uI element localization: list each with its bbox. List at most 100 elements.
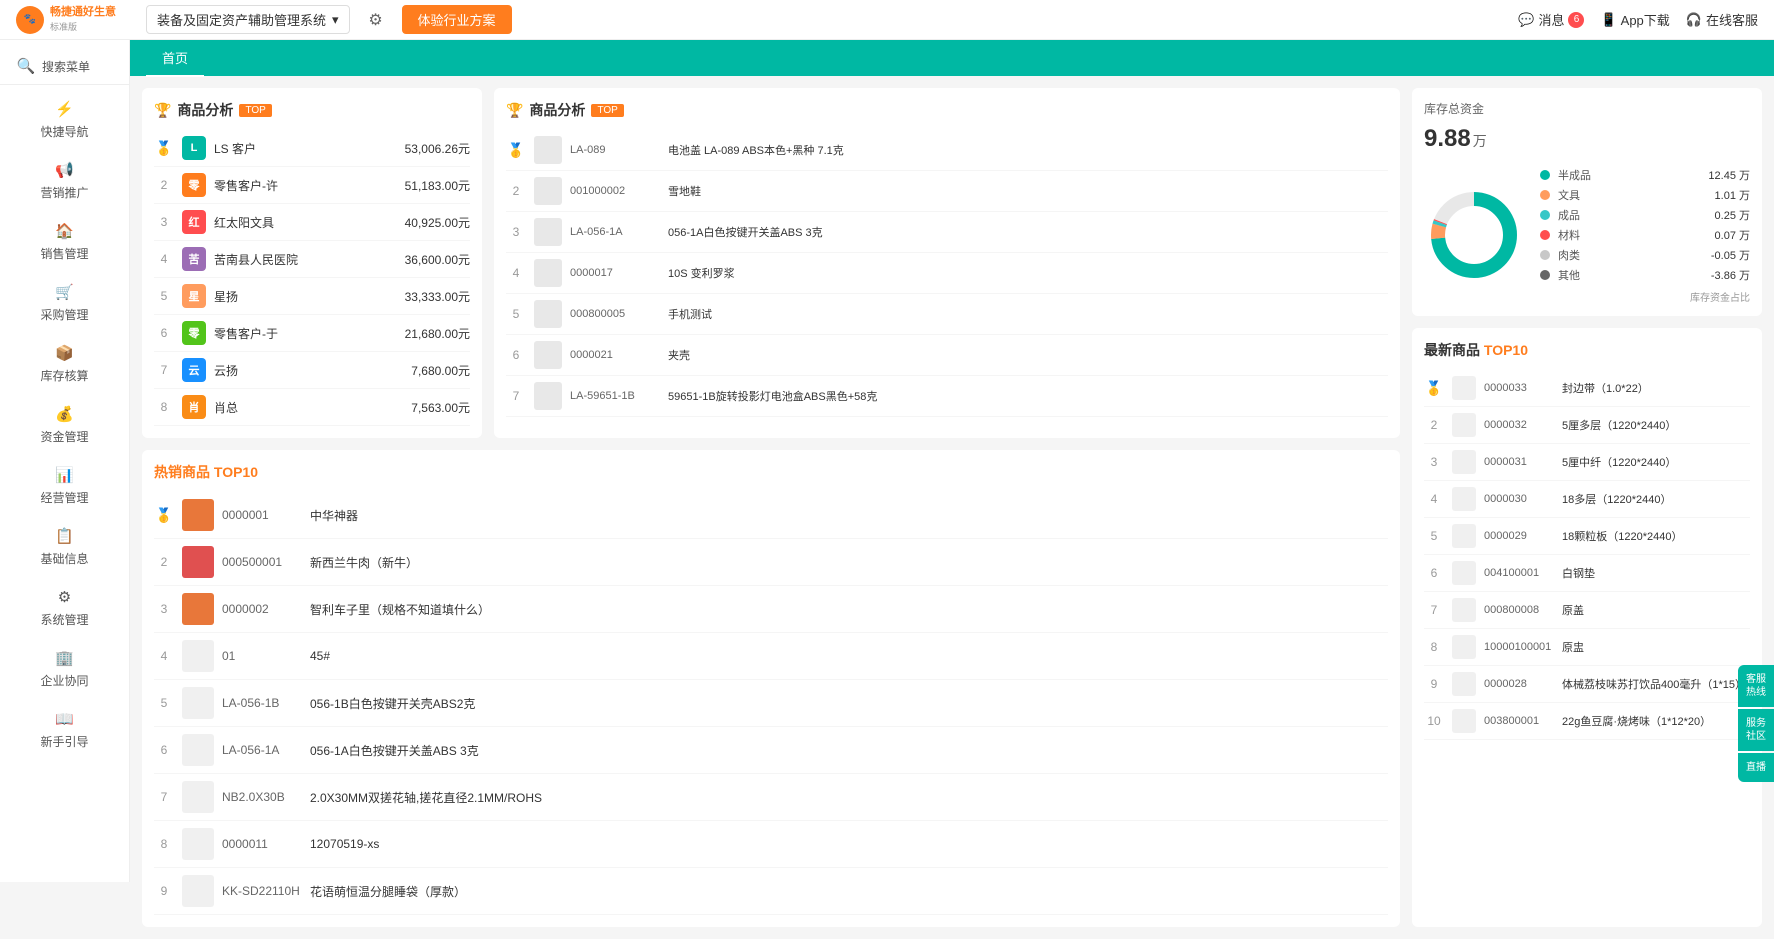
product-thumb: [1452, 487, 1476, 511]
sidebar: 🔍 搜索菜单 ⚡ 快捷导航 📢 营销推广 🏠 销售管理 🛒 采购管理 📦 库存核…: [0, 40, 130, 882]
sidebar-item-guide[interactable]: 📖 新手引导: [0, 699, 129, 760]
sidebar-item-collab[interactable]: 🏢 企业协同: [0, 638, 129, 699]
table-row: 🥇 L LS 客户 53,006.26元: [154, 130, 470, 167]
rank-num: 7: [506, 386, 526, 406]
product-thumb: [1452, 598, 1476, 622]
gear-icon: ⚙: [55, 587, 75, 607]
table-row: 7 云 云扬 7,680.00元: [154, 352, 470, 389]
avatar: 星: [182, 284, 206, 308]
chart-label: 库存资金占比: [1540, 289, 1750, 304]
avatar: 云: [182, 358, 206, 382]
product-thumb: [1452, 672, 1476, 696]
product-thumb: [534, 341, 562, 369]
legend-dot: [1540, 250, 1550, 260]
megaphone-icon: 📢: [55, 160, 75, 180]
table-row: 5 星 星扬 33,333.00元: [154, 278, 470, 315]
legend-list: 半成品 12.45 万 文具 1.01 万: [1540, 165, 1750, 304]
page-content: 🏆 商品分析 TOP 🥇 L LS 客户: [130, 76, 1774, 939]
logo-icon: 🐾: [16, 6, 44, 34]
list-item: 8 0000011 12070519-xs: [154, 821, 1388, 868]
product-title-bar: 🏆 商品分析 TOP: [506, 100, 1388, 120]
sidebar-item-purchase[interactable]: 🛒 采购管理: [0, 272, 129, 333]
product-thumb: [182, 640, 214, 672]
settings-icon[interactable]: ⚙: [362, 6, 390, 34]
right-product-ranking-card: 🏆 商品分析 TOP 🥇 LA-089 电池盖 LA-089 ABS本色+黑种 …: [494, 88, 1400, 438]
donut-section: 半成品 12.45 万 文具 1.01 万: [1424, 165, 1750, 304]
cs-live-button[interactable]: 直播: [1738, 753, 1774, 782]
rank-num: 10: [1424, 711, 1444, 731]
rank-num: 7: [1424, 600, 1444, 620]
product-thumb: [1452, 635, 1476, 659]
chevron-down-icon: ▾: [332, 12, 339, 28]
sidebar-item-marketing[interactable]: 📢 营销推广: [0, 150, 129, 211]
legend-dot: [1540, 210, 1550, 220]
main-layout: 🔍 搜索菜单 ⚡ 快捷导航 📢 营销推广 🏠 销售管理 🛒 采购管理 📦 库存核…: [0, 40, 1774, 939]
logo-area: 🐾 畅捷通好生意 标准版: [16, 6, 146, 34]
rank-num: 6: [1424, 563, 1444, 583]
hot-products-title-bar: 热销商品 TOP10: [154, 462, 1388, 482]
table-row: 6 零 零售客户-于 21,680.00元: [154, 315, 470, 352]
headset-icon: 🎧: [1686, 12, 1702, 28]
hot-products-title: 热销商品 TOP10: [154, 462, 258, 482]
right-panel: 库存总资金 9.88万: [1412, 88, 1762, 927]
sidebar-item-system[interactable]: ⚙ 系统管理: [0, 577, 129, 638]
rank-num: 4: [154, 646, 174, 666]
customer-ranking-card: 🏆 商品分析 TOP 🥇 L LS 客户: [142, 88, 482, 438]
app-download-button[interactable]: 📱 App下载: [1600, 10, 1669, 29]
legend-dot: [1540, 170, 1550, 180]
rank-num: 2: [506, 181, 526, 201]
top-header: 🐾 畅捷通好生意 标准版 装备及固定资产辅助管理系统 ▾ ⚙ 体验行业方案 💬 …: [0, 0, 1774, 40]
money-icon: 💰: [55, 404, 75, 424]
inventory-card: 库存总资金 9.88万: [1412, 88, 1762, 316]
list-item: 🥇 0000033 封边带（1.0*22）: [1424, 370, 1750, 407]
sidebar-item-operations[interactable]: 📊 经营管理: [0, 455, 129, 516]
list-item: 9 KK-SD22110H 花语萌恒温分腿睡袋（厚款）: [154, 868, 1388, 915]
list-item: 3 0000031 5厘中纤（1220*2440）: [1424, 444, 1750, 481]
rank-num: 2: [1424, 415, 1444, 435]
product-thumb: [182, 828, 214, 860]
system-selector[interactable]: 装备及固定资产辅助管理系统 ▾: [146, 5, 350, 34]
product-thumb: [182, 875, 214, 907]
trophy2-icon: 🏆: [506, 102, 523, 119]
sidebar-item-finance[interactable]: 💰 资金管理: [0, 394, 129, 455]
rank-num: 6: [154, 323, 174, 343]
home-icon: 🏠: [55, 221, 75, 241]
new-products-title-bar: 最新商品 TOP10: [1424, 340, 1750, 360]
list-item: 5 0000029 18颗粒板（1220*2440）: [1424, 518, 1750, 555]
medal-icon: 🥇: [154, 505, 174, 525]
rank-num: 9: [154, 881, 174, 901]
avatar: 零: [182, 173, 206, 197]
rank-num: 5: [506, 304, 526, 324]
cs-hotline-button[interactable]: 客服 热线: [1738, 665, 1774, 707]
building-icon: 🏢: [55, 648, 75, 668]
trial-button[interactable]: 体验行业方案: [402, 5, 512, 34]
flash-icon: ⚡: [55, 99, 75, 119]
phone-icon: 📱: [1600, 12, 1616, 28]
avatar: 肖: [182, 395, 206, 419]
avatar: L: [182, 136, 206, 160]
list-item: 6 LA-056-1A 056-1A白色按键开关盖ABS 3克: [154, 727, 1388, 774]
main-sections: 🏆 商品分析 TOP 🥇 L LS 客户: [142, 88, 1400, 927]
sidebar-item-sales[interactable]: 🏠 销售管理: [0, 211, 129, 272]
list-item: 6 004100001 白钢垫: [1424, 555, 1750, 592]
rank-num: 3: [506, 222, 526, 242]
product-thumb: [534, 136, 562, 164]
messages-button[interactable]: 💬 消息 6: [1518, 10, 1584, 29]
online-support-button[interactable]: 🎧 在线客服: [1686, 10, 1758, 29]
sidebar-item-inventory[interactable]: 📦 库存核算: [0, 333, 129, 394]
product-thumb: [534, 218, 562, 246]
content-area: 首页 🏆 商品分析 TOP: [130, 40, 1774, 939]
sidebar-item-basic[interactable]: 📋 基础信息: [0, 516, 129, 577]
floating-cs-panel: 客服 热线 服务 社区 直播: [1738, 665, 1774, 782]
table-row: 6 0000021 夹壳: [506, 335, 1388, 376]
cs-community-button[interactable]: 服务 社区: [1738, 709, 1774, 751]
rank-num: 3: [1424, 452, 1444, 472]
table-row: 3 LA-056-1A 056-1A白色按键开关盖ABS 3克: [506, 212, 1388, 253]
product-thumb: [1452, 413, 1476, 437]
sidebar-item-nav[interactable]: ⚡ 快捷导航: [0, 89, 129, 150]
sidebar-item-search[interactable]: 🔍 搜索菜单: [0, 48, 129, 85]
product-thumb: [1452, 561, 1476, 585]
tab-home[interactable]: 首页: [146, 40, 204, 77]
logo-text: 畅捷通好生意 标准版: [50, 6, 116, 32]
table-row: 4 0000017 10S 变利罗浆: [506, 253, 1388, 294]
